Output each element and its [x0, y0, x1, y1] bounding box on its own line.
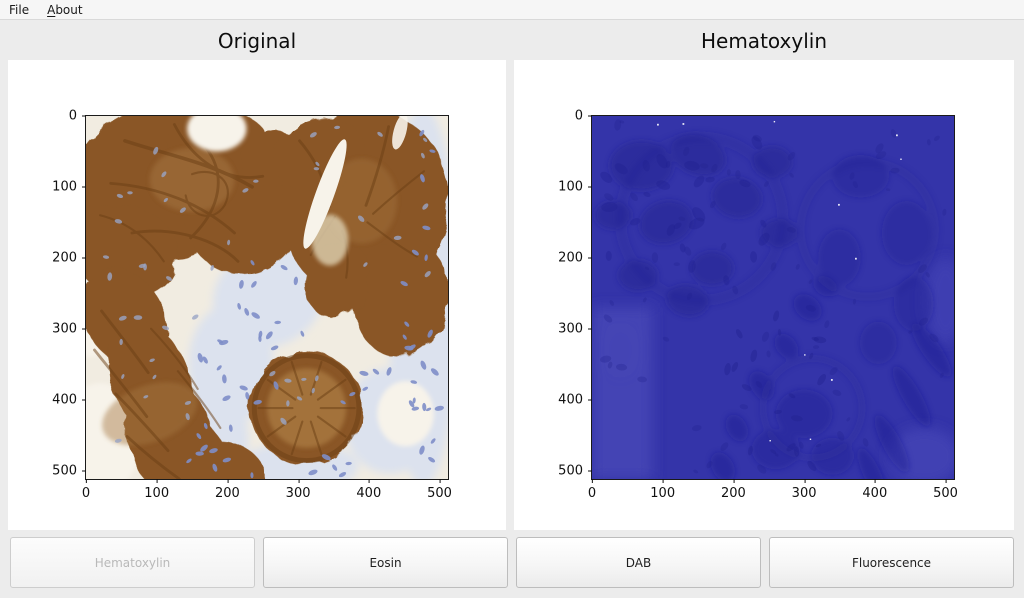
- x-tick-label: 500: [427, 479, 452, 501]
- x-tick-label: 500: [933, 479, 958, 501]
- y-tick-label: 0: [68, 108, 87, 124]
- y-tick-label: 500: [558, 463, 592, 478]
- y-tick-label: 400: [52, 392, 86, 408]
- figure-canvas-hematoxylin: 0 100 200 300 400 500 0 100 200 300 400 …: [514, 60, 1014, 530]
- x-tick-label: 0: [587, 479, 597, 501]
- nucleus-dot: [127, 191, 133, 195]
- x-tick-label: 400: [356, 479, 382, 501]
- x-tick-label: 300: [791, 479, 817, 501]
- y-tick-label: 100: [558, 179, 592, 195]
- y-tick-label: 500: [52, 463, 86, 478]
- y-tick-label: 200: [52, 250, 86, 266]
- nucleus-dot: [133, 315, 143, 320]
- hematoxylin-image: [592, 116, 954, 479]
- x-tick-label: 100: [144, 479, 170, 501]
- menu-item-about[interactable]: About: [38, 0, 92, 19]
- hematoxylin-button[interactable]: Hematoxylin: [10, 537, 255, 588]
- eosin-button[interactable]: Eosin: [263, 537, 508, 588]
- original-image: [86, 116, 448, 479]
- x-tick-label: 200: [720, 479, 746, 501]
- figure-canvas-original: 0 100 200 300 400 500 0 100 200 300 400 …: [8, 60, 506, 530]
- y-tick-label: 300: [52, 321, 86, 337]
- menu-bar: File About: [0, 0, 1024, 20]
- x-tick-label: 300: [285, 479, 311, 501]
- y-tick-label: 0: [574, 108, 593, 124]
- fluorescence-button[interactable]: Fluorescence: [769, 537, 1014, 588]
- plot-original: 0 100 200 300 400 500 0 100 200 300 400 …: [52, 110, 452, 501]
- x-tick-label: 400: [862, 479, 888, 501]
- x-tick-label: 100: [650, 479, 676, 501]
- y-tick-label: 300: [558, 321, 592, 337]
- panel-title-hematoxylin: Hematoxylin: [700, 29, 827, 53]
- x-tick-label: 200: [214, 479, 240, 501]
- dab-button[interactable]: DAB: [516, 537, 761, 588]
- plot-hematoxylin: 0 100 200 300 400 500 0 100 200 300 400 …: [558, 110, 958, 501]
- x-tick-label: 0: [81, 479, 91, 501]
- y-tick-label: 400: [558, 392, 592, 408]
- app-window: File About Original Hematoxylin 0 100 20…: [0, 0, 1024, 598]
- y-tick-label: 200: [558, 250, 592, 266]
- panel-title-original: Original: [217, 29, 297, 53]
- y-tick-label: 100: [52, 179, 86, 195]
- menu-item-file[interactable]: File: [0, 0, 38, 19]
